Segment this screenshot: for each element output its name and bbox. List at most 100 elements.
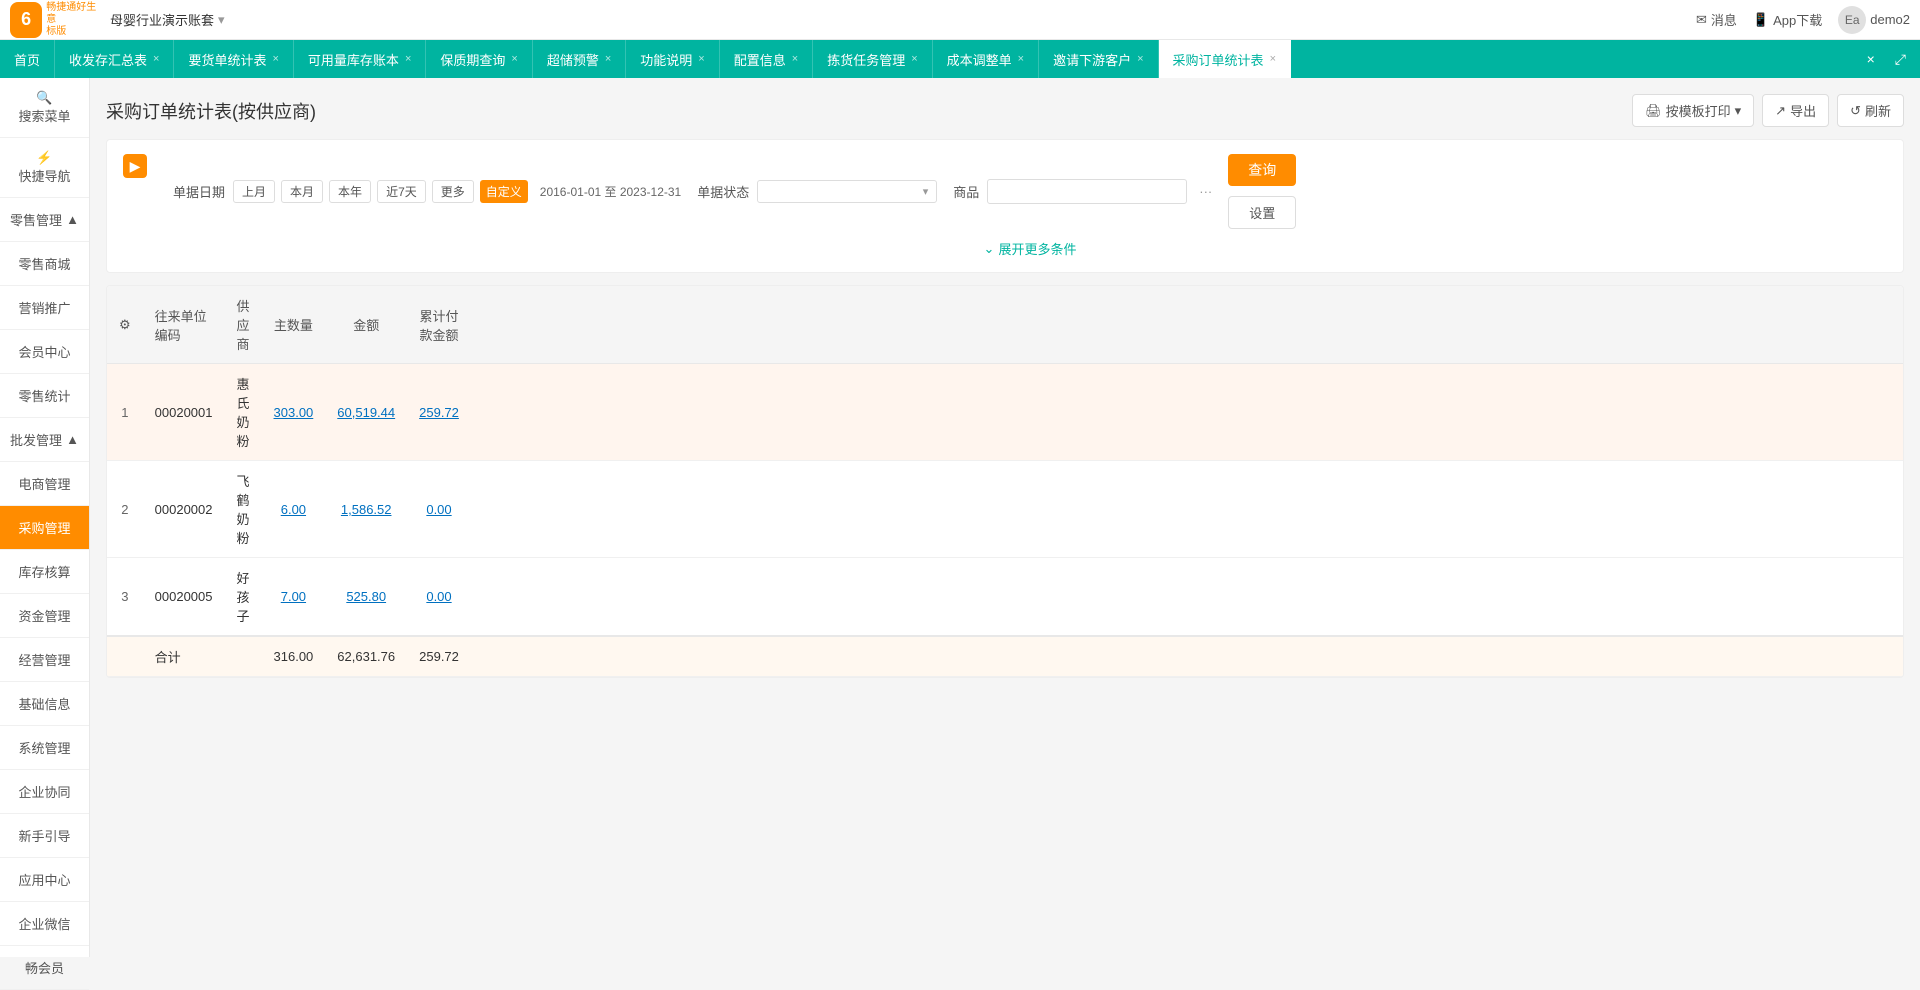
cell-amount[interactable]: 60,519.44 — [325, 364, 407, 461]
cell-amount[interactable]: 1,586.52 — [325, 461, 407, 558]
tab-func-desc-close[interactable]: × — [698, 53, 704, 65]
main-content: 采购订单统计表(按供应商) 🖨 按模板打印 ▾ ↗ 导出 ↺ 刷新 — [90, 78, 1920, 957]
cell-main-qty[interactable]: 303.00 — [262, 364, 326, 461]
table-row[interactable]: 2 00020002 飞鹤奶粉 6.00 1,586.52 0.00 — [107, 461, 1903, 558]
tab-receive-pay[interactable]: 收发存汇总表 × — [55, 40, 174, 78]
goods-filter-group: 商品 ··· — [953, 179, 1212, 204]
sidebar-item-quick-nav[interactable]: ⚡ 快捷导航 — [0, 138, 89, 198]
sidebar-inventory-label: 库存核算 — [0, 562, 89, 581]
export-btn[interactable]: ↗ 导出 — [1762, 94, 1829, 127]
cell-paid-amount[interactable]: 259.72 — [407, 364, 471, 461]
table-row[interactable]: 3 00020005 好孩子 7.00 525.80 0.00 — [107, 558, 1903, 637]
settings-btn[interactable]: 设置 — [1228, 196, 1296, 229]
sidebar-item-finance[interactable]: 资金管理 — [0, 594, 89, 638]
sidebar-item-basic-info[interactable]: 基础信息 — [0, 682, 89, 726]
tab-purchase-stats-close[interactable]: × — [1270, 53, 1276, 65]
date-btn-prev-month[interactable]: 上月 — [233, 180, 275, 203]
retail-arrow-icon: ▲ — [66, 212, 79, 227]
sidebar-item-new-guide[interactable]: 新手引导 — [0, 814, 89, 858]
data-table-card: ⚙ 往来单位编码 供应商 主数量 金额 累计付款金额 1 00020001 惠氏… — [106, 285, 1904, 678]
cell-amount[interactable]: 525.80 — [325, 558, 407, 637]
tab-available-stock[interactable]: 可用量库存账本 × — [294, 40, 426, 78]
header-actions: 🖨 按模板打印 ▾ ↗ 导出 ↺ 刷新 — [1632, 94, 1904, 127]
tab-func-desc[interactable]: 功能说明 × — [626, 40, 719, 78]
sidebar-item-retail-stats[interactable]: 零售统计 — [0, 374, 89, 418]
col-settings[interactable]: ⚙ — [107, 286, 143, 364]
sidebar-item-member[interactable]: 会员中心 — [0, 330, 89, 374]
user-area[interactable]: Ea demo2 — [1838, 6, 1910, 34]
status-select[interactable]: ▾ — [757, 180, 937, 203]
export-icon: ↗ — [1775, 103, 1786, 119]
nav-expand-btn[interactable]: ⤢ — [1889, 49, 1912, 70]
footer-amount: 62,631.76 — [325, 636, 407, 677]
tab-order-stats-close[interactable]: × — [272, 53, 278, 65]
sidebar-item-batch-mgmt[interactable]: 批发管理 ▲ — [0, 418, 89, 462]
tab-cost-adjust[interactable]: 成本调整单 × — [933, 40, 1039, 78]
footer-main-qty: 316.00 — [262, 636, 326, 677]
date-btn-this-month[interactable]: 本月 — [281, 180, 323, 203]
sidebar-member-label: 会员中心 — [0, 342, 89, 361]
query-btn[interactable]: 查询 — [1228, 154, 1296, 186]
sidebar-item-marketing[interactable]: 营销推广 — [0, 286, 89, 330]
goods-more-btn[interactable]: ··· — [1199, 184, 1212, 199]
app-download-btn[interactable]: 📱 App下载 — [1753, 10, 1822, 29]
page-header: 采购订单统计表(按供应商) 🖨 按模板打印 ▾ ↗ 导出 ↺ 刷新 — [106, 94, 1904, 127]
username: demo2 — [1870, 12, 1910, 27]
refresh-label: 刷新 — [1865, 101, 1891, 120]
tab-invite-downstream-close[interactable]: × — [1137, 53, 1143, 65]
sidebar-item-corp-wechat[interactable]: 企业微信 — [0, 902, 89, 946]
sidebar-item-purchase-mgmt[interactable]: 采购管理 — [0, 506, 89, 550]
sidebar-item-vip[interactable]: 畅会员 — [0, 946, 89, 990]
sidebar-item-ecommerce[interactable]: 电商管理 — [0, 462, 89, 506]
sidebar-item-app-center[interactable]: 应用中心 — [0, 858, 89, 902]
sidebar-item-retail-mall[interactable]: 零售商城 — [0, 242, 89, 286]
tab-purchase-stats[interactable]: 采购订单统计表 × — [1159, 40, 1291, 78]
sidebar-item-ops-mgmt[interactable]: 经营管理 — [0, 638, 89, 682]
tab-overstock-close[interactable]: × — [605, 53, 611, 65]
goods-input[interactable] — [987, 179, 1187, 204]
messages-btn[interactable]: ✉ 消息 — [1696, 10, 1737, 29]
tab-available-stock-close[interactable]: × — [405, 53, 411, 65]
date-custom-badge: 自定义 — [480, 180, 528, 203]
tab-pick-task-close[interactable]: × — [911, 53, 917, 65]
cell-main-qty[interactable]: 6.00 — [262, 461, 326, 558]
tab-overstock-label: 超储预警 — [547, 50, 599, 69]
tab-pick-task[interactable]: 拣货任务管理 × — [813, 40, 932, 78]
sidebar-item-corp-collab[interactable]: 企业协同 — [0, 770, 89, 814]
date-btn-this-year[interactable]: 本年 — [329, 180, 371, 203]
collapse-btn[interactable]: ▶ — [123, 154, 147, 178]
chevron-down-icon: ⌄ — [984, 241, 995, 257]
sidebar-item-search[interactable]: 🔍 搜索菜单 — [0, 78, 89, 138]
tab-receive-pay-close[interactable]: × — [153, 53, 159, 65]
sidebar-item-retail[interactable]: 零售管理 ▲ — [0, 198, 89, 242]
sidebar-item-sys-mgmt[interactable]: 系统管理 — [0, 726, 89, 770]
tab-expiry-query[interactable]: 保质期查询 × — [426, 40, 532, 78]
nav-close-btn[interactable]: × — [1861, 49, 1881, 69]
tab-home[interactable]: 首页 — [0, 40, 55, 78]
sidebar-item-inventory[interactable]: 库存核算 — [0, 550, 89, 594]
filter-card: ▶ 单据日期 上月 本月 本年 近7天 更多 自定义 — [106, 139, 1904, 273]
cell-supplier: 好孩子 — [225, 558, 262, 637]
date-btn-7days[interactable]: 近7天 — [377, 180, 426, 203]
tab-overstock[interactable]: 超储预警 × — [533, 40, 626, 78]
cell-paid-amount[interactable]: 0.00 — [407, 558, 471, 637]
tab-expiry-query-close[interactable]: × — [511, 53, 517, 65]
tab-cost-adjust-close[interactable]: × — [1018, 53, 1024, 65]
date-btn-more[interactable]: 更多 — [432, 180, 474, 203]
goods-filter-label: 商品 — [953, 182, 979, 201]
tab-receive-pay-label: 收发存汇总表 — [69, 50, 147, 69]
top-right-area: ✉ 消息 📱 App下载 Ea demo2 — [1696, 6, 1910, 34]
workspace-selector[interactable]: 母婴行业演示账套 ▾ — [110, 10, 225, 29]
footer-empty-2 — [225, 636, 262, 677]
tab-config-info[interactable]: 配置信息 × — [720, 40, 813, 78]
cell-paid-amount[interactable]: 0.00 — [407, 461, 471, 558]
cell-main-qty[interactable]: 7.00 — [262, 558, 326, 637]
tab-config-info-close[interactable]: × — [792, 53, 798, 65]
tab-home-label: 首页 — [14, 50, 40, 69]
tab-invite-downstream[interactable]: 邀请下游客户 × — [1039, 40, 1158, 78]
print-btn[interactable]: 🖨 按模板打印 ▾ — [1632, 94, 1754, 127]
table-row[interactable]: 1 00020001 惠氏奶粉 303.00 60,519.44 259.72 — [107, 364, 1903, 461]
tab-order-stats[interactable]: 要货单统计表 × — [174, 40, 293, 78]
expand-more-btn[interactable]: ⌄ 展开更多条件 — [984, 239, 1077, 258]
refresh-btn[interactable]: ↺ 刷新 — [1837, 94, 1904, 127]
